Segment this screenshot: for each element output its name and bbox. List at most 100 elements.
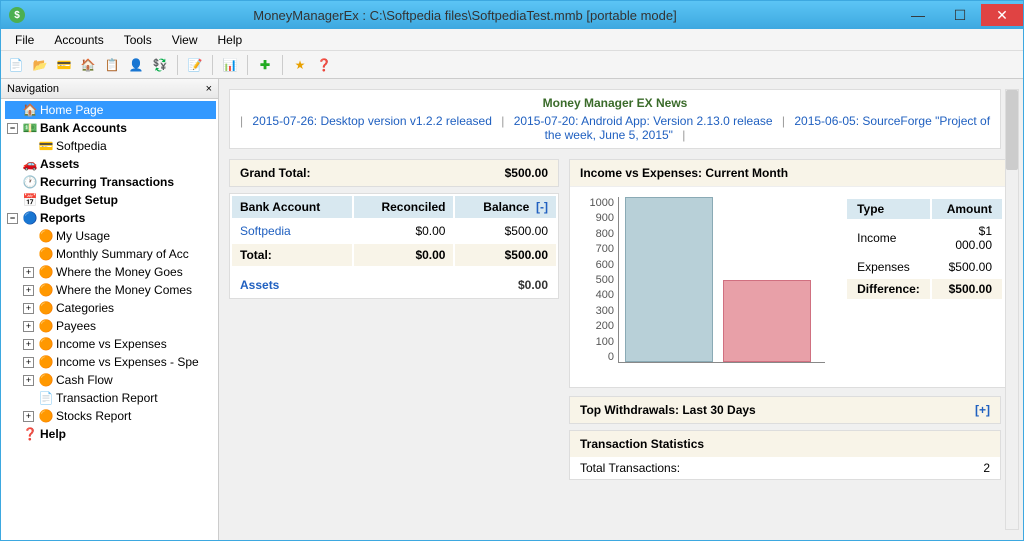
calendar-icon: 📅 <box>22 192 38 208</box>
y-tick-label: 1000 <box>580 197 614 209</box>
stats-total-label: Total Transactions: <box>580 461 680 475</box>
toolbar-open-icon[interactable]: 📂 <box>29 54 51 76</box>
nav-home[interactable]: 🏠Home Page <box>5 101 216 119</box>
grand-total-row: Grand Total: $500.00 <box>229 159 559 187</box>
account-row: Softpedia $0.00 $500.00 <box>232 220 556 242</box>
col-balance: Balance [-] <box>455 196 556 218</box>
nav-report-item[interactable]: +🟠Stocks Report <box>21 407 216 425</box>
expand-icon[interactable]: + <box>23 321 34 332</box>
toolbar-home-icon[interactable]: 🏠 <box>77 54 99 76</box>
news-link-1[interactable]: 2015-07-26: Desktop version v1.2.2 relea… <box>252 114 491 128</box>
expand-icon[interactable]: + <box>23 285 34 296</box>
menu-view[interactable]: View <box>162 30 208 50</box>
y-tick-label: 400 <box>580 289 614 301</box>
menu-file[interactable]: File <box>5 30 44 50</box>
navigation-header: Navigation × <box>1 79 218 99</box>
chart-y-axis: 10009008007006005004003002001000 <box>580 197 614 363</box>
navigation-header-label: Navigation <box>7 83 59 95</box>
nav-report-label: Where the Money Goes <box>56 263 183 281</box>
toolbar-reports-icon[interactable]: 📊 <box>219 54 241 76</box>
account-link-softpedia[interactable]: Softpedia <box>240 224 291 238</box>
report-icon: 🟠 <box>38 246 54 262</box>
summary-difference-row: Difference: $500.00 <box>847 279 1002 299</box>
nav-help[interactable]: ❓Help <box>5 425 216 443</box>
toolbar-new-icon[interactable]: 📄 <box>5 54 27 76</box>
nav-report-item[interactable]: + 🟠Payees <box>21 317 216 335</box>
chart-title: Income vs Expenses: Current Month <box>570 160 1014 187</box>
nav-assets[interactable]: 🚗Assets <box>5 155 216 173</box>
toolbar-payees-icon[interactable]: 👤 <box>125 54 147 76</box>
report-icon: 🟠 <box>38 300 54 316</box>
col-bank-account: Bank Account <box>232 196 352 218</box>
stats-panel: Transaction Statistics Total Transaction… <box>569 430 1001 480</box>
menu-accounts[interactable]: Accounts <box>44 30 113 50</box>
expand-icon[interactable]: + <box>23 411 34 422</box>
nav-report-label: Cash Flow <box>56 371 113 389</box>
y-tick-label: 900 <box>580 212 614 224</box>
toolbar-filter-icon[interactable]: 📝 <box>184 54 206 76</box>
summary-income-row: Income $1 000.00 <box>847 221 1002 255</box>
nav-report-label: Where the Money Comes <box>56 281 192 299</box>
vertical-scrollbar[interactable] <box>1005 89 1019 530</box>
nav-close-icon[interactable]: × <box>206 83 212 95</box>
assets-link[interactable]: Assets <box>240 278 279 292</box>
total-balance: $500.00 <box>455 244 556 266</box>
expand-icon[interactable]: + <box>23 375 34 386</box>
menu-tools[interactable]: Tools <box>114 30 162 50</box>
col-reconciled: Reconciled <box>354 196 454 218</box>
nav-recurring[interactable]: 🕐Recurring Transactions <box>5 173 216 191</box>
expand-icon[interactable]: + <box>23 303 34 314</box>
nav-report-item[interactable]: +🟠Categories <box>21 299 216 317</box>
report-icon: 🟠 <box>38 318 54 334</box>
chart-summary-table: Type Amount Income $1 000.00 Expenses $5… <box>845 197 1004 301</box>
toolbar-add-icon[interactable]: ✚ <box>254 54 276 76</box>
close-button[interactable]: ✕ <box>981 4 1023 26</box>
stats-total-value: 2 <box>983 461 990 475</box>
y-tick-label: 100 <box>580 336 614 348</box>
collapse-icon[interactable]: − <box>7 213 18 224</box>
report-icon: 🟠 <box>38 282 54 298</box>
collapse-icon[interactable]: − <box>7 123 18 134</box>
toolbar-separator <box>212 55 213 75</box>
accounts-total-row: Total: $0.00 $500.00 <box>232 244 556 266</box>
collapse-toggle[interactable]: [-] <box>536 200 548 214</box>
expand-icon[interactable]: + <box>23 357 34 368</box>
expand-toggle[interactable]: [+] <box>975 403 990 417</box>
toolbar-help-icon[interactable]: ❓ <box>313 54 335 76</box>
y-tick-label: 300 <box>580 305 614 317</box>
nav-report-item[interactable]: +🟠Cash Flow <box>21 371 216 389</box>
account-reconciled: $0.00 <box>354 220 454 242</box>
toolbar-account-icon[interactable]: 💳 <box>53 54 75 76</box>
col-amount: Amount <box>932 199 1002 219</box>
nav-report-label: Income vs Expenses <box>56 335 167 353</box>
withdrawals-title: Top Withdrawals: Last 30 Days <box>580 403 756 417</box>
nav-report-item[interactable]: 📄Transaction Report <box>21 389 216 407</box>
nav-report-label: My Usage <box>56 227 110 245</box>
nav-report-item[interactable]: +🟠Where the Money Goes <box>21 263 216 281</box>
nav-report-item[interactable]: +🟠Income vs Expenses - Spe <box>21 353 216 371</box>
nav-reports[interactable]: −🔵Reports <box>5 209 216 227</box>
nav-report-label: Payees <box>56 317 96 335</box>
y-tick-label: 800 <box>580 228 614 240</box>
expand-icon[interactable]: + <box>23 339 34 350</box>
nav-report-item[interactable]: + 🟠Where the Money Comes <box>21 281 216 299</box>
nav-bank-accounts[interactable]: −💵Bank Accounts <box>5 119 216 137</box>
toolbar-currency-icon[interactable]: 💱 <box>149 54 171 76</box>
titlebar: $ MoneyManagerEx : C:\Softpedia files\So… <box>1 1 1023 29</box>
nav-report-item[interactable]: 🟠Monthly Summary of Acc <box>21 245 216 263</box>
menu-help[interactable]: Help <box>208 30 253 50</box>
nav-report-item[interactable]: 🟠My Usage <box>21 227 216 245</box>
nav-budget[interactable]: 📅Budget Setup <box>5 191 216 209</box>
minimize-button[interactable]: — <box>897 4 939 26</box>
stats-total-row: Total Transactions: 2 <box>570 457 1000 479</box>
news-link-2[interactable]: 2015-07-20: Android App: Version 2.13.0 … <box>514 114 773 128</box>
expand-icon[interactable]: + <box>23 267 34 278</box>
nav-bank-softpedia[interactable]: 💳Softpedia <box>21 137 216 155</box>
nav-report-item[interactable]: +🟠Income vs Expenses <box>21 335 216 353</box>
window-title: MoneyManagerEx : C:\Softpedia files\Soft… <box>33 8 897 23</box>
toolbar-categories-icon[interactable]: 📋 <box>101 54 123 76</box>
toolbar-star-icon[interactable]: ★ <box>289 54 311 76</box>
maximize-button[interactable]: ☐ <box>939 4 981 26</box>
nav-report-label: Transaction Report <box>56 389 158 407</box>
scrollbar-thumb[interactable] <box>1006 90 1018 170</box>
